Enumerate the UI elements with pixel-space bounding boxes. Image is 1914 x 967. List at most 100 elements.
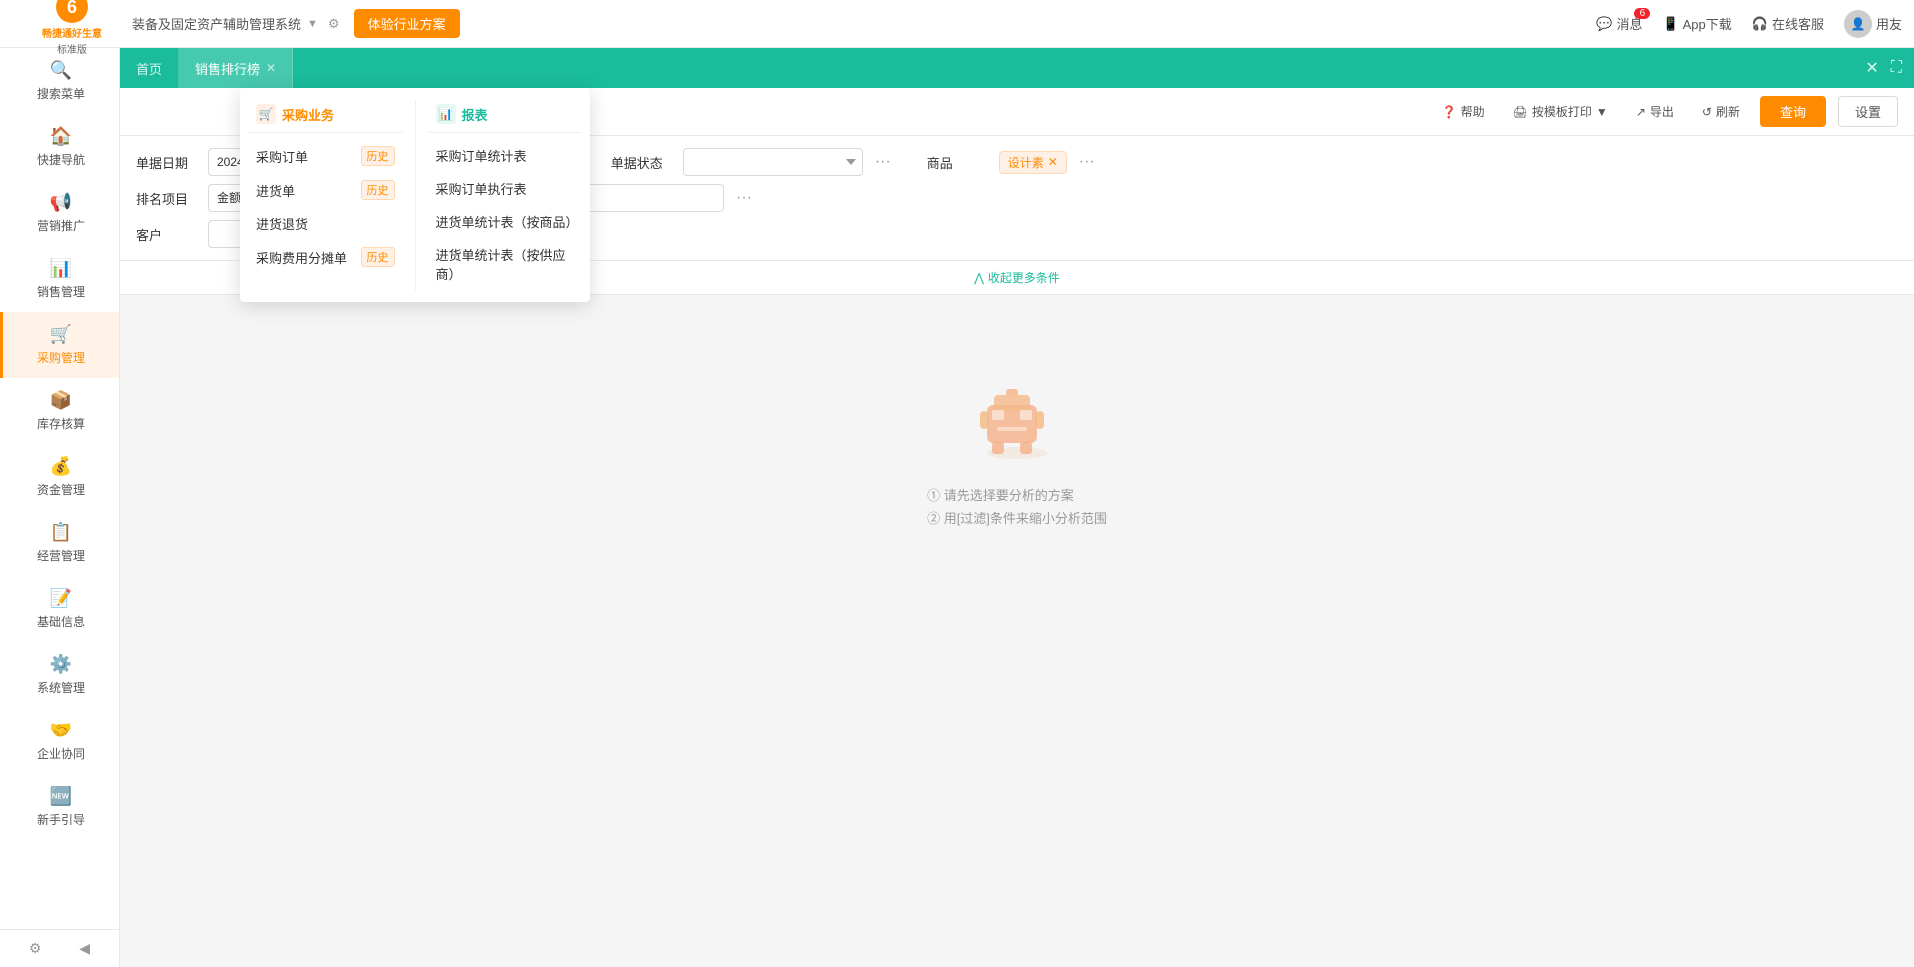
sidebar-item-quick-nav[interactable]: 🏠 快捷导航 xyxy=(0,114,119,180)
sidebar-label-guide: 新手引导 xyxy=(37,811,85,828)
help-btn[interactable]: ❓ 帮助 xyxy=(1434,99,1493,124)
query-btn[interactable]: 查询 xyxy=(1760,96,1826,127)
app-download-label: App下载 xyxy=(1683,14,1732,33)
dropdown-item-purchase-expense[interactable]: 采购费用分摊单 历史 xyxy=(248,240,403,274)
print-btn[interactable]: 🖨 按模板打印 ▼ xyxy=(1505,99,1616,124)
goods-stat-goods-label: 进货单统计表（按商品） xyxy=(436,212,575,231)
set-btn[interactable]: 设置 xyxy=(1838,96,1898,127)
dropdown-item-goods-stat-supplier[interactable]: 进货单统计表（按供应商） xyxy=(428,238,583,290)
dropdown-item-purchase-order[interactable]: 采购订单 历史 xyxy=(248,139,403,173)
print-arrow: ▼ xyxy=(1596,105,1608,119)
message-badge: 6 xyxy=(1634,8,1650,19)
dropdown-col-business: 🛒 采购业务 采购订单 历史 进货单 历史 进货退货 采购费用分摊单 历史 xyxy=(240,100,411,290)
dropdown-section-title-report: 📊 报表 xyxy=(428,100,583,133)
header-right: 💬 消息 6 📱 App下载 🎧 在线客服 👤 用友 xyxy=(1596,10,1902,38)
refresh-icon: ↺ xyxy=(1702,105,1712,119)
bill-status-dots[interactable]: ··· xyxy=(875,153,891,171)
empty-state: ① 请先选择要分析的方案 ② 用[过滤]条件来缩小分析范围 xyxy=(120,295,1914,611)
sidebar-label-marketing: 营销推广 xyxy=(37,217,85,234)
sidebar-item-finance[interactable]: 💰 资金管理 xyxy=(0,444,119,510)
system-name: 装备及固定资产辅助管理系统 xyxy=(132,14,301,33)
dropdown-item-po-exec[interactable]: 采购订单执行表 xyxy=(428,172,583,205)
collapse-sidebar-btn[interactable]: ◀ xyxy=(79,940,90,957)
finance-icon: 💰 xyxy=(50,456,72,477)
system-settings-icon[interactable]: ⚙ xyxy=(328,16,340,32)
business-section-label: 采购业务 xyxy=(282,105,334,124)
logo-icon: 6 xyxy=(56,0,88,23)
logo-subtitle: 标准版 xyxy=(57,41,87,56)
tab-bar: 首页 销售排行榜 ✕ ✕ ⛶ xyxy=(120,48,1914,88)
marketing-icon: 📢 xyxy=(50,192,72,213)
sidebar-item-guide[interactable]: 🆕 新手引导 xyxy=(0,774,119,840)
dropdown-section-title-business: 🛒 采购业务 xyxy=(248,100,403,133)
sidebar-item-sales[interactable]: 📊 销售管理 xyxy=(0,246,119,312)
phone-icon: 📱 xyxy=(1662,16,1678,32)
print-icon: 🖨 xyxy=(1513,105,1528,119)
brand-name: 畅捷通好生意 xyxy=(42,25,102,40)
tab-close-btn[interactable]: ✕ xyxy=(1865,58,1878,78)
dropdown-item-po-stat[interactable]: 采购订单统计表 xyxy=(428,139,583,172)
inventory-icon: 📦 xyxy=(50,390,72,411)
app-download-item[interactable]: 📱 App下载 xyxy=(1662,14,1731,33)
message-item[interactable]: 💬 消息 6 xyxy=(1596,14,1642,33)
export-label: 导出 xyxy=(1650,103,1674,120)
sidebar-item-inventory[interactable]: 📦 库存核算 xyxy=(0,378,119,444)
dropdown-item-goods-in[interactable]: 进货单 历史 xyxy=(248,173,403,207)
salesperson-dots[interactable]: ··· xyxy=(736,189,752,207)
purchase-dropdown: 🛒 采购业务 采购订单 历史 进货单 历史 进货退货 采购费用分摊单 历史 xyxy=(240,88,590,302)
collapse-label: 收起更多条件 xyxy=(988,269,1060,286)
home-icon: 🏠 xyxy=(50,126,72,147)
sidebar-item-operation[interactable]: 📋 经营管理 xyxy=(0,510,119,576)
customer-label: 客户 xyxy=(136,225,196,244)
tab-close-icon[interactable]: ✕ xyxy=(266,61,276,75)
refresh-label: 刷新 xyxy=(1716,103,1740,120)
industry-btn[interactable]: 体验行业方案 xyxy=(354,9,460,38)
purchase-order-history: 历史 xyxy=(361,146,395,166)
sidebar-item-purchase[interactable]: 🛒 采购管理 xyxy=(0,312,119,378)
export-icon: ↗ xyxy=(1636,105,1646,119)
sidebar-label-quick-nav: 快捷导航 xyxy=(37,151,85,168)
tab-sales-ranking[interactable]: 销售排行榜 ✕ xyxy=(179,48,293,88)
coop-icon: 🤝 xyxy=(50,720,72,741)
sidebar-label-search: 搜索菜单 xyxy=(37,85,85,102)
collapse-icon: ⋀ xyxy=(974,271,984,285)
print-label: 按模板打印 xyxy=(1532,103,1592,120)
dropdown-item-goods-stat-goods[interactable]: 进货单统计表（按商品） xyxy=(428,205,583,238)
online-service-item[interactable]: 🎧 在线客服 xyxy=(1752,14,1824,33)
goods-in-history: 历史 xyxy=(361,180,395,200)
sidebar-item-marketing[interactable]: 📢 营销推广 xyxy=(0,180,119,246)
report-section-label: 报表 xyxy=(462,105,488,124)
empty-illustration xyxy=(962,375,1072,468)
user-avatar: 👤 xyxy=(1844,10,1872,38)
sidebar-label-purchase: 采购管理 xyxy=(37,349,85,366)
sidebar-item-search[interactable]: 🔍 搜索菜单 xyxy=(0,48,119,114)
report-section-icon: 📊 xyxy=(436,104,456,124)
content-area: 首页 销售排行榜 ✕ ✕ ⛶ ❓ 帮助 🖨 按模板打印 xyxy=(120,48,1914,967)
date-label: 单据日期 xyxy=(136,153,196,172)
main-layout: 🔍 搜索菜单 🏠 快捷导航 📢 营销推广 📊 销售管理 🛒 采购管理 📦 库存核… xyxy=(0,48,1914,967)
goods-in-label: 进货单 xyxy=(256,181,295,200)
help-icon: ❓ xyxy=(1442,105,1457,119)
export-btn[interactable]: ↗ 导出 xyxy=(1628,99,1682,124)
goods-dots[interactable]: ··· xyxy=(1079,153,1095,171)
online-service-label: 在线客服 xyxy=(1772,14,1824,33)
sidebar-label-system: 系统管理 xyxy=(37,679,85,696)
sidebar-item-coop[interactable]: 🤝 企业协同 xyxy=(0,708,119,774)
tab-expand-btn[interactable]: ⛶ xyxy=(1891,59,1902,77)
sidebar-item-basic[interactable]: 📝 基础信息 xyxy=(0,576,119,642)
goods-stat-supplier-label: 进货单统计表（按供应商） xyxy=(436,245,575,283)
system-dropdown-arrow[interactable]: ▼ xyxy=(307,18,318,30)
search-icon: 🔍 xyxy=(50,60,72,81)
settings-bottom-btn[interactable]: ⚙ xyxy=(29,940,42,957)
refresh-btn[interactable]: ↺ 刷新 xyxy=(1694,99,1748,124)
bill-status-select[interactable] xyxy=(683,148,863,176)
headset-icon: 🎧 xyxy=(1752,16,1768,32)
dropdown-item-goods-return[interactable]: 进货退货 xyxy=(248,207,403,240)
sidebar-label-sales: 销售管理 xyxy=(37,283,85,300)
sidebar-label-inventory: 库存核算 xyxy=(37,415,85,432)
goods-tag: 设计素 ✕ xyxy=(999,151,1067,174)
sidebar-label-basic: 基础信息 xyxy=(37,613,85,630)
user-item[interactable]: 👤 用友 xyxy=(1844,10,1902,38)
goods-tag-close[interactable]: ✕ xyxy=(1048,155,1058,169)
sidebar-item-system[interactable]: ⚙️ 系统管理 xyxy=(0,642,119,708)
